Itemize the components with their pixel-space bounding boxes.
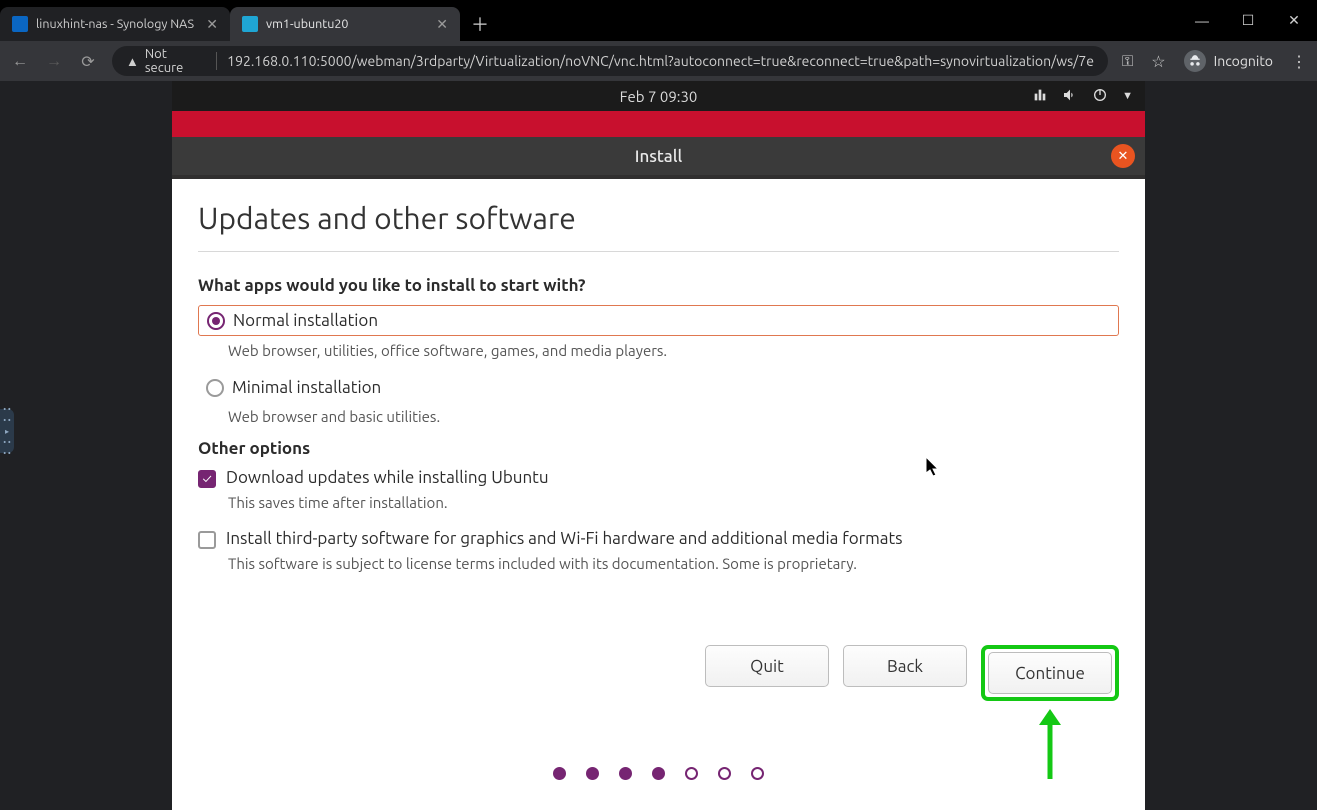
divider	[198, 251, 1119, 252]
vnc-viewport[interactable]: Feb 7 09:30 ▼ Install ✕ Updates and othe	[172, 81, 1145, 810]
radio-normal-installation[interactable]: Normal installation	[198, 305, 1119, 336]
tab-title: vm1-ubuntu20	[266, 17, 348, 31]
favicon-dsm-icon	[12, 16, 28, 32]
close-window-button[interactable]: ✕	[1271, 0, 1317, 41]
security-indicator[interactable]: ▲ Not secure	[126, 47, 206, 75]
browser-tabstrip: linuxhint-nas - Synology NAS ✕ vm1-ubunt…	[0, 0, 1317, 41]
checkbox-icon: ✓	[198, 470, 216, 488]
desktop-strip	[172, 111, 1145, 137]
close-tab-icon[interactable]: ✕	[206, 16, 218, 33]
radio-label: Normal installation	[233, 311, 378, 330]
third-party-desc: This software is subject to license term…	[228, 555, 1119, 572]
other-options-heading: Other options	[198, 439, 1119, 458]
download-updates-desc: This saves time after installation.	[228, 494, 1119, 511]
radio-minimal-installation[interactable]: Minimal installation	[198, 373, 1119, 402]
saved-password-icon[interactable]: ⚿	[1122, 52, 1133, 70]
novnc-panel-handle[interactable]: • •• •▸• •• •	[0, 409, 14, 453]
progress-dot	[553, 767, 566, 780]
network-icon[interactable]	[1032, 87, 1048, 106]
install-question: What apps would you like to install to s…	[198, 276, 1119, 295]
browser-toolbar: ← → ⟳ ▲ Not secure 192.168.0.110:5000/we…	[0, 41, 1317, 81]
highlight-box: Continue	[981, 645, 1119, 701]
checkbox-label: Download updates while installing Ubuntu	[226, 468, 549, 487]
installer-button-row: Quit Back Continue	[705, 645, 1119, 701]
checkbox-icon	[198, 531, 216, 549]
forward-button[interactable]: →	[44, 52, 64, 71]
security-label: Not secure	[145, 47, 206, 75]
checkbox-label: Install third-party software for graphic…	[226, 529, 903, 548]
progress-dot	[652, 767, 665, 780]
button-label: Continue	[1015, 664, 1085, 683]
favicon-vnc-icon	[242, 16, 258, 32]
tab-title: linuxhint-nas - Synology NAS	[36, 17, 194, 31]
tab-vm1-ubuntu20[interactable]: vm1-ubuntu20 ✕	[230, 7, 460, 41]
reload-button[interactable]: ⟳	[78, 52, 98, 71]
back-button[interactable]: Back	[843, 645, 967, 687]
incognito-label: Incognito	[1214, 53, 1273, 69]
ubuntu-top-bar: Feb 7 09:30 ▼	[172, 81, 1145, 111]
quit-button[interactable]: Quit	[705, 645, 829, 687]
checkbox-download-updates[interactable]: ✓ Download updates while installing Ubun…	[198, 468, 1119, 488]
separator	[216, 52, 217, 70]
progress-dots	[172, 767, 1145, 780]
installer-body: Updates and other software What apps wou…	[172, 179, 1145, 806]
volume-icon[interactable]	[1062, 87, 1078, 106]
radio-label: Minimal installation	[232, 378, 381, 397]
installer-titlebar: Install ✕	[172, 137, 1145, 179]
radio-icon	[207, 312, 225, 330]
maximize-button[interactable]: ☐	[1225, 0, 1271, 41]
back-button[interactable]: ←	[10, 52, 30, 71]
progress-dot	[718, 767, 731, 780]
continue-button[interactable]: Continue	[988, 652, 1112, 694]
menu-icon[interactable]: ⋮	[1291, 52, 1307, 71]
page-content: • •• •▸• •• • Feb 7 09:30 ▼ Install	[0, 81, 1317, 810]
progress-dot	[685, 767, 698, 780]
window-controls: — ☐ ✕	[1179, 0, 1317, 41]
checkbox-third-party[interactable]: Install third-party software for graphic…	[198, 529, 1119, 549]
minimize-button[interactable]: —	[1179, 0, 1225, 41]
warning-icon: ▲	[126, 54, 139, 69]
clock[interactable]: Feb 7 09:30	[620, 88, 698, 105]
minimal-desc: Web browser and basic utilities.	[228, 408, 1119, 425]
incognito-indicator[interactable]: Incognito	[1184, 50, 1273, 72]
close-tab-icon[interactable]: ✕	[436, 16, 448, 33]
button-label: Back	[887, 657, 923, 676]
new-tab-button[interactable]: ＋	[466, 10, 494, 38]
close-installer-button[interactable]: ✕	[1111, 144, 1135, 168]
normal-desc: Web browser, utilities, office software,…	[228, 342, 1119, 359]
incognito-icon	[1184, 50, 1206, 72]
tab-synology[interactable]: linuxhint-nas - Synology NAS ✕	[0, 7, 230, 41]
power-icon[interactable]	[1092, 87, 1108, 106]
bookmark-icon[interactable]: ☆	[1151, 52, 1165, 71]
address-bar[interactable]: ▲ Not secure 192.168.0.110:5000/webman/3…	[112, 46, 1108, 76]
progress-dot	[586, 767, 599, 780]
url-text: 192.168.0.110:5000/webman/3rdparty/Virtu…	[227, 53, 1094, 69]
radio-icon	[206, 379, 224, 397]
installer-title: Install	[635, 147, 682, 166]
progress-dot	[619, 767, 632, 780]
button-label: Quit	[750, 657, 784, 676]
chevron-down-icon[interactable]: ▼	[1122, 90, 1133, 102]
page-heading: Updates and other software	[198, 201, 1119, 235]
progress-dot	[751, 767, 764, 780]
